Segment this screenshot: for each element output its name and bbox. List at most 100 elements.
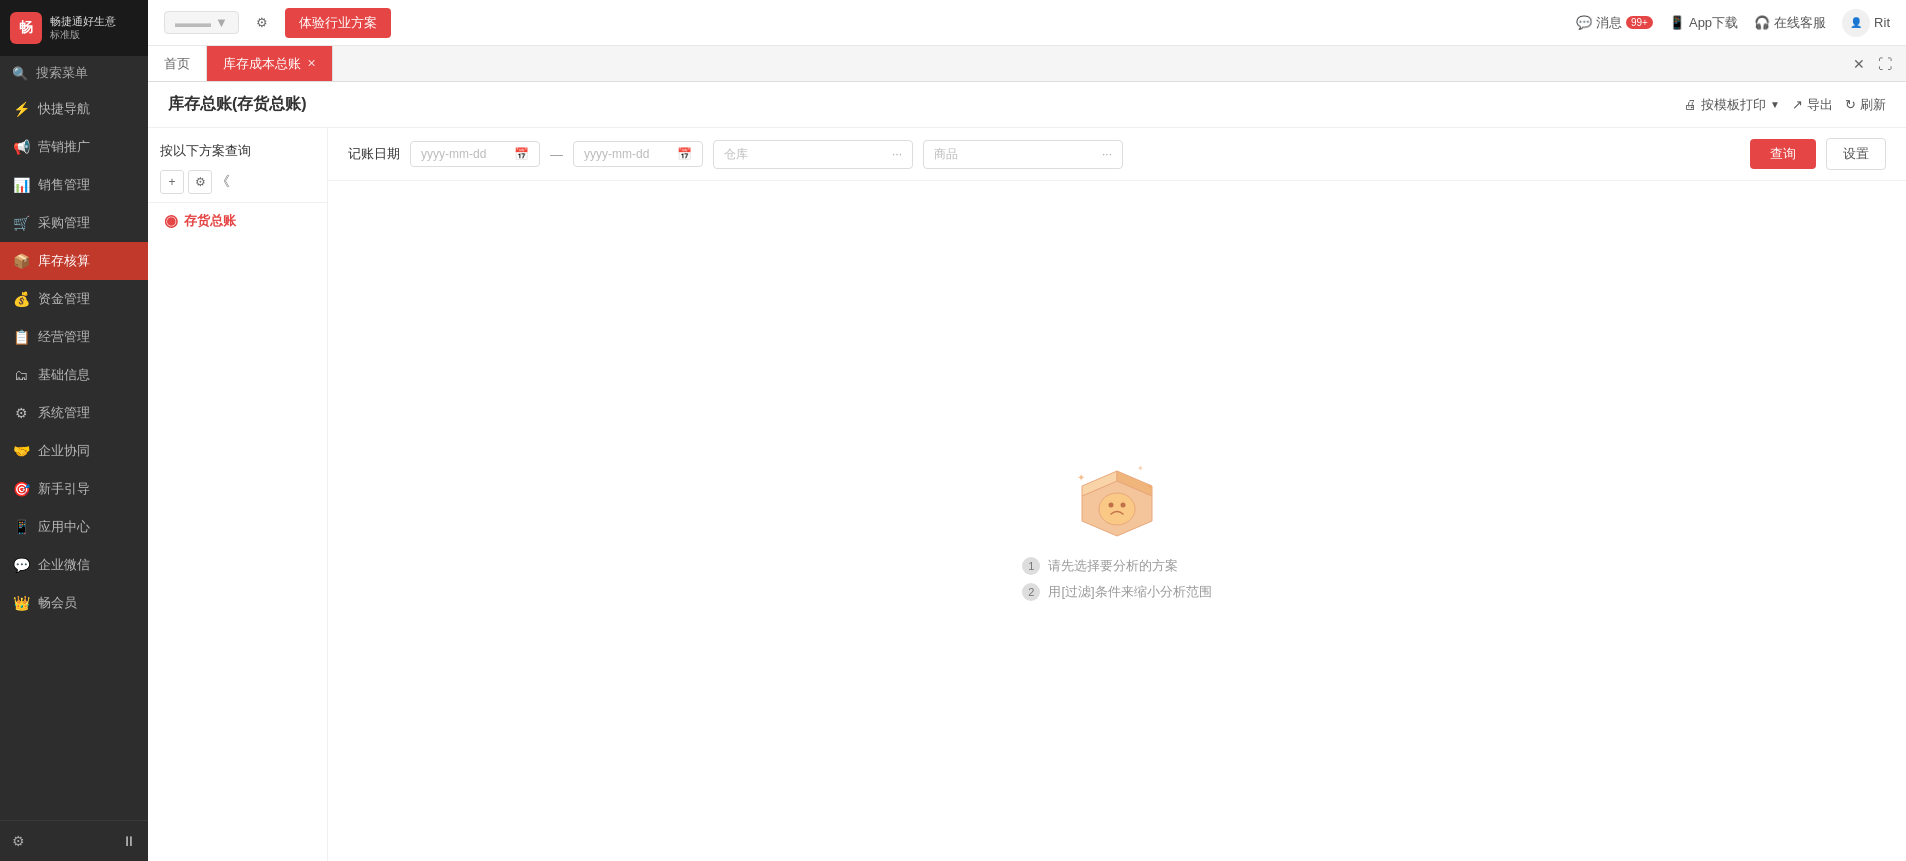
breadcrumb-text: ▬▬▬ (175, 16, 211, 30)
industry-solution-button[interactable]: 体验行业方案 (285, 8, 391, 38)
user-avatar: 👤 (1842, 9, 1870, 37)
svg-point-5 (1121, 503, 1126, 508)
breadcrumb[interactable]: ▬▬▬ ▼ (164, 11, 239, 34)
phone-icon: 📱 (1669, 15, 1685, 30)
sidebar-item-finance[interactable]: 💰 资金管理 (0, 280, 148, 318)
goods-select[interactable]: 商品 ··· (923, 140, 1123, 169)
messages-badge: 99+ (1626, 16, 1653, 29)
audio-footer-button[interactable]: ⏸ (122, 833, 136, 849)
nav-label: 快捷导航 (38, 100, 90, 118)
page-header: 库存总账(存货总账) 🖨 按模板打印 ▼ ↗ 导出 ↻ 刷新 (148, 82, 1906, 128)
nav-label: 畅会员 (38, 594, 77, 612)
tab-home-label: 首页 (164, 55, 190, 73)
tab-home[interactable]: 首页 (148, 46, 207, 81)
tab-close-all-button[interactable]: ✕ (1846, 51, 1872, 77)
filter-bar: 按以下方案查询 + ⚙ 《 (148, 134, 327, 203)
nav-label: 营销推广 (38, 138, 90, 156)
date-end-input[interactable]: yyyy-mm-dd 📅 (573, 141, 703, 167)
sidebar-item-sales[interactable]: 📊 销售管理 (0, 166, 148, 204)
quick-nav-icon: ⚡ (12, 100, 30, 118)
collapse-panel-button[interactable]: 《 (216, 173, 230, 191)
tab-expand-button[interactable]: ⛶ (1872, 51, 1898, 77)
filter-actions: + ⚙ 《 (160, 170, 230, 194)
empty-svg: ✦ ✦ ✦ (1067, 441, 1167, 541)
export-button[interactable]: ↗ 导出 (1792, 96, 1833, 114)
scheme-label: 存货总账 (184, 212, 236, 230)
app-badge: 标准版 (50, 28, 116, 42)
scheme-icon: ◉ (164, 211, 178, 230)
sidebar-item-system[interactable]: ⚙ 系统管理 (0, 394, 148, 432)
inventory-icon: 📦 (12, 252, 30, 270)
user-profile[interactable]: 👤 Rit (1842, 9, 1890, 37)
tab-close-button[interactable]: ✕ (307, 57, 316, 70)
sidebar: 畅 畅捷通好生意 标准版 🔍 搜索菜单 ⚡ 快捷导航 📢 营销推广 📊 销售管理… (0, 0, 148, 861)
settings-button[interactable]: 设置 (1826, 138, 1886, 170)
app-download-button[interactable]: 📱 App下载 (1669, 14, 1738, 32)
user-name: Rit (1874, 15, 1890, 30)
calendar-start-icon: 📅 (514, 147, 529, 161)
system-icon: ⚙ (12, 404, 30, 422)
sidebar-item-basic[interactable]: 🗂 基础信息 (0, 356, 148, 394)
sidebar-item-inventory[interactable]: 📦 库存核算 (0, 242, 148, 280)
app-name: 畅捷通好生意 (50, 14, 116, 28)
date-start-input[interactable]: yyyy-mm-dd 📅 (410, 141, 540, 167)
tip-text-2: 用[过滤]条件来缩小分析范围 (1048, 583, 1211, 601)
tab-inventory-ledger[interactable]: 库存成本总账 ✕ (207, 46, 333, 81)
purchase-icon: 🛒 (12, 214, 30, 232)
sidebar-item-marketing[interactable]: 📢 营销推广 (0, 128, 148, 166)
wechat-icon: 💬 (12, 556, 30, 574)
basic-icon: 🗂 (12, 366, 30, 384)
nav-label: 企业协同 (38, 442, 90, 460)
date-end-placeholder: yyyy-mm-dd (584, 147, 649, 161)
settings-scheme-button[interactable]: ⚙ (188, 170, 212, 194)
online-support-button[interactable]: 🎧 在线客服 (1754, 14, 1826, 32)
marketing-icon: 📢 (12, 138, 30, 156)
tip-text-1: 请先选择要分析的方案 (1048, 557, 1178, 575)
sidebar-item-operations[interactable]: 📋 经营管理 (0, 318, 148, 356)
filter-label: 按以下方案查询 (160, 142, 251, 160)
refresh-button[interactable]: ↻ 刷新 (1845, 96, 1886, 114)
sidebar-item-app-center[interactable]: 📱 应用中心 (0, 508, 148, 546)
sidebar-item-guide[interactable]: 🎯 新手引导 (0, 470, 148, 508)
sidebar-item-quick-nav[interactable]: ⚡ 快捷导航 (0, 90, 148, 128)
main-area: ▬▬▬ ▼ ⚙ 体验行业方案 💬 消息 99+ 📱 App下载 🎧 在线客服 (148, 0, 1906, 861)
nav-label: 新手引导 (38, 480, 90, 498)
right-panel: 记账日期 yyyy-mm-dd 📅 — yyyy-mm-dd 📅 仓库 ··· (328, 128, 1906, 861)
top-header: ▬▬▬ ▼ ⚙ 体验行业方案 💬 消息 99+ 📱 App下载 🎧 在线客服 (148, 0, 1906, 46)
empty-illustration: ✦ ✦ ✦ (1067, 441, 1167, 541)
sidebar-nav: ⚡ 快捷导航 📢 营销推广 📊 销售管理 🛒 采购管理 📦 库存核算 💰 资金管… (0, 90, 148, 820)
print-button[interactable]: 🖨 按模板打印 ▼ (1684, 96, 1780, 114)
headset-icon: 🎧 (1754, 15, 1770, 30)
scheme-item-inventory-ledger[interactable]: ◉ 存货总账 (148, 203, 327, 238)
app-logo: 畅 畅捷通好生意 标准版 (0, 0, 148, 56)
messages-button[interactable]: 💬 消息 99+ (1576, 14, 1653, 32)
page-title: 库存总账(存货总账) (168, 94, 307, 115)
guide-icon: 🎯 (12, 480, 30, 498)
query-button[interactable]: 查询 (1750, 139, 1816, 169)
avatar-initials: 👤 (1850, 17, 1862, 28)
goods-more-icon: ··· (1102, 147, 1112, 161)
date-start-placeholder: yyyy-mm-dd (421, 147, 486, 161)
nav-label: 企业微信 (38, 556, 90, 574)
refresh-icon: ↻ (1845, 97, 1856, 112)
sidebar-item-purchase[interactable]: 🛒 采购管理 (0, 204, 148, 242)
app-center-icon: 📱 (12, 518, 30, 536)
content-area: 按以下方案查询 + ⚙ 《 ◉ 存货总账 记账日期 (148, 128, 1906, 861)
nav-label: 经营管理 (38, 328, 90, 346)
page-header-actions: 🖨 按模板打印 ▼ ↗ 导出 ↻ 刷新 (1684, 96, 1886, 114)
header-settings-button[interactable]: ⚙ (247, 8, 277, 38)
sidebar-item-cooperation[interactable]: 🤝 企业协同 (0, 432, 148, 470)
settings-footer-button[interactable]: ⚙ (12, 833, 25, 849)
sidebar-search[interactable]: 🔍 搜索菜单 (0, 56, 148, 90)
add-scheme-button[interactable]: + (160, 170, 184, 194)
nav-label: 资金管理 (38, 290, 90, 308)
svg-text:✦: ✦ (1137, 464, 1144, 473)
tabs-bar: 首页 库存成本总账 ✕ ✕ ⛶ (148, 46, 1906, 82)
empty-tips: 1 请先选择要分析的方案 2 用[过滤]条件来缩小分析范围 (1022, 557, 1211, 601)
warehouse-select[interactable]: 仓库 ··· (713, 140, 913, 169)
empty-tip-1: 1 请先选择要分析的方案 (1022, 557, 1211, 575)
sidebar-item-member[interactable]: 👑 畅会员 (0, 584, 148, 622)
warehouse-more-icon: ··· (892, 147, 902, 161)
sidebar-item-wechat[interactable]: 💬 企业微信 (0, 546, 148, 584)
export-icon: ↗ (1792, 97, 1803, 112)
